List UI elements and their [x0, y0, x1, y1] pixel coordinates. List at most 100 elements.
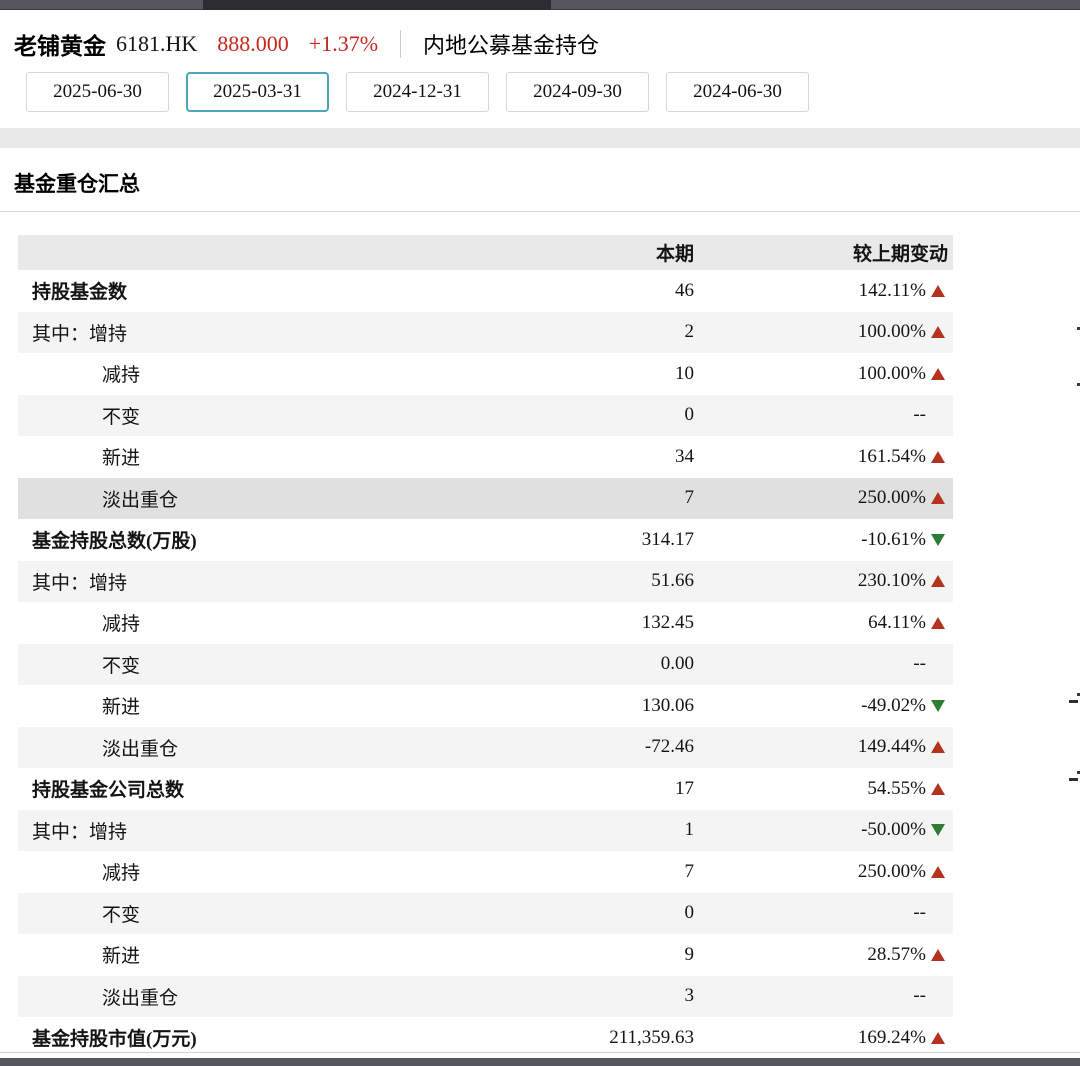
row-change-cell: 142.11% [694, 280, 953, 302]
row-change-value: 100.00% [858, 321, 926, 343]
row-label: 不变 [18, 900, 364, 927]
row-period-value: 7 [364, 861, 694, 883]
browser-chrome-top-bar [0, 0, 1080, 10]
row-change-cell: 230.10% [694, 570, 953, 592]
table-row: 减持 7 250.00% [18, 851, 953, 893]
row-period-value: 0.00 [364, 653, 694, 675]
date-tab-2025-03-31[interactable]: 2025-03-31 [186, 72, 329, 112]
date-tab-2024-09-30[interactable]: 2024-09-30 [506, 72, 649, 112]
change-direction-triangle-icon [931, 700, 945, 712]
change-direction-triangle-icon [931, 617, 945, 629]
row-change-cell: 250.00% [694, 861, 953, 883]
table-row: 新进 34 161.54% [18, 436, 953, 478]
row-change-value: -- [913, 404, 926, 426]
change-direction-triangle-icon [931, 368, 945, 380]
table-row: 新进 9 28.57% [18, 934, 953, 976]
table-row: 不变 0.00 -- [18, 644, 953, 686]
row-change-cell: 169.24% [694, 1027, 953, 1049]
table-row: 不变 0 -- [18, 395, 953, 437]
row-period-value: 211,359.63 [364, 1027, 694, 1049]
row-label: 淡出重仓 [18, 983, 364, 1010]
row-label: 不变 [18, 402, 364, 429]
row-change-value: -- [913, 985, 926, 1007]
row-label: 其中：增持 [18, 817, 364, 844]
row-change-value: -- [913, 902, 926, 924]
row-change-cell: 100.00% [694, 321, 953, 343]
row-change-value: -49.02% [861, 695, 926, 717]
row-label: 新进 [18, 443, 364, 470]
row-change-value: 28.57% [867, 944, 926, 966]
change-direction-triangle-icon [931, 492, 945, 504]
row-label: 持股基金公司总数 [18, 775, 364, 802]
row-period-value: 3 [364, 985, 694, 1007]
stock-name: 老铺黄金 [14, 27, 106, 61]
row-period-value: 1 [364, 819, 694, 841]
row-change-value: 161.54% [858, 446, 926, 468]
row-change-cell: 64.11% [694, 612, 953, 634]
table-row: 不变 0 -- [18, 893, 953, 935]
row-change-cell: 28.57% [694, 944, 953, 966]
row-period-value: 7 [364, 487, 694, 509]
change-direction-triangle-icon [931, 285, 945, 297]
row-change-cell: -- [694, 404, 953, 426]
row-change-value: 230.10% [858, 570, 926, 592]
row-change-cell: 149.44% [694, 736, 953, 758]
row-period-value: 314.17 [364, 529, 694, 551]
row-period-value: 9 [364, 944, 694, 966]
row-label: 基金持股总数(万股) [18, 526, 364, 553]
header-cell-period: 本期 [364, 239, 694, 266]
row-period-value: 17 [364, 778, 694, 800]
change-direction-triangle-icon [931, 741, 945, 753]
row-change-cell: -- [694, 902, 953, 924]
row-change-value: -50.00% [861, 819, 926, 841]
row-period-value: -72.46 [364, 736, 694, 758]
table-row: 持股基金公司总数 17 54.55% [18, 768, 953, 810]
row-change-cell: -50.00% [694, 819, 953, 841]
change-direction-triangle-icon [931, 866, 945, 878]
row-label: 淡出重仓 [18, 734, 364, 761]
clipped-right-fragment [1069, 778, 1078, 781]
row-label: 其中：增持 [18, 568, 364, 595]
table-row: 淡出重仓 3 -- [18, 976, 953, 1018]
table-body: 持股基金数 46 142.11% 其中：增持 2 100.00% 减持 10 1… [18, 270, 953, 1053]
row-label: 其中：增持 [18, 319, 364, 346]
date-tab-2025-06-30[interactable]: 2025-06-30 [26, 72, 169, 112]
change-direction-triangle-icon [931, 824, 945, 836]
row-change-cell: 161.54% [694, 446, 953, 468]
row-change-cell: -- [694, 985, 953, 1007]
row-label: 减持 [18, 360, 364, 387]
table-row: 减持 10 100.00% [18, 353, 953, 395]
change-direction-triangle-icon [931, 326, 945, 338]
row-period-value: 0 [364, 404, 694, 426]
fund-summary-table: 本期 较上期变动 持股基金数 46 142.11% 其中：增持 2 100.00… [18, 235, 953, 1053]
row-change-value: 250.00% [858, 487, 926, 509]
stock-code: 6181.HK [116, 31, 197, 57]
change-direction-triangle-icon [931, 949, 945, 961]
section-title: 基金重仓汇总 [14, 168, 140, 198]
row-label: 基金持股市值(万元) [18, 1024, 364, 1051]
header-cell-change: 较上期变动 [694, 239, 953, 266]
date-tab-2024-12-31[interactable]: 2024-12-31 [346, 72, 489, 112]
row-change-cell: 54.55% [694, 778, 953, 800]
row-change-value: 54.55% [867, 778, 926, 800]
row-label: 新进 [18, 941, 364, 968]
row-change-value: 169.24% [858, 1027, 926, 1049]
row-label: 不变 [18, 651, 364, 678]
row-change-value: 100.00% [858, 363, 926, 385]
table-row: 其中：增持 2 100.00% [18, 312, 953, 354]
row-label: 减持 [18, 609, 364, 636]
change-direction-triangle-icon [931, 534, 945, 546]
report-date-tabs: 2025-06-30 2025-03-31 2024-12-31 2024-09… [26, 72, 809, 112]
row-label: 持股基金数 [18, 277, 364, 304]
table-row: 其中：增持 51.66 230.10% [18, 561, 953, 603]
row-change-value: 149.44% [858, 736, 926, 758]
stock-header: 老铺黄金 6181.HK 888.000 +1.37% 内地公募基金持仓 [14, 26, 599, 62]
page-bottom-line [0, 1052, 1080, 1053]
change-direction-triangle-icon [931, 783, 945, 795]
row-change-cell: -- [694, 653, 953, 675]
row-change-cell: -10.61% [694, 529, 953, 551]
row-period-value: 130.06 [364, 695, 694, 717]
date-tab-2024-06-30[interactable]: 2024-06-30 [666, 72, 809, 112]
row-change-value: 142.11% [859, 280, 926, 302]
change-direction-triangle-icon [931, 575, 945, 587]
